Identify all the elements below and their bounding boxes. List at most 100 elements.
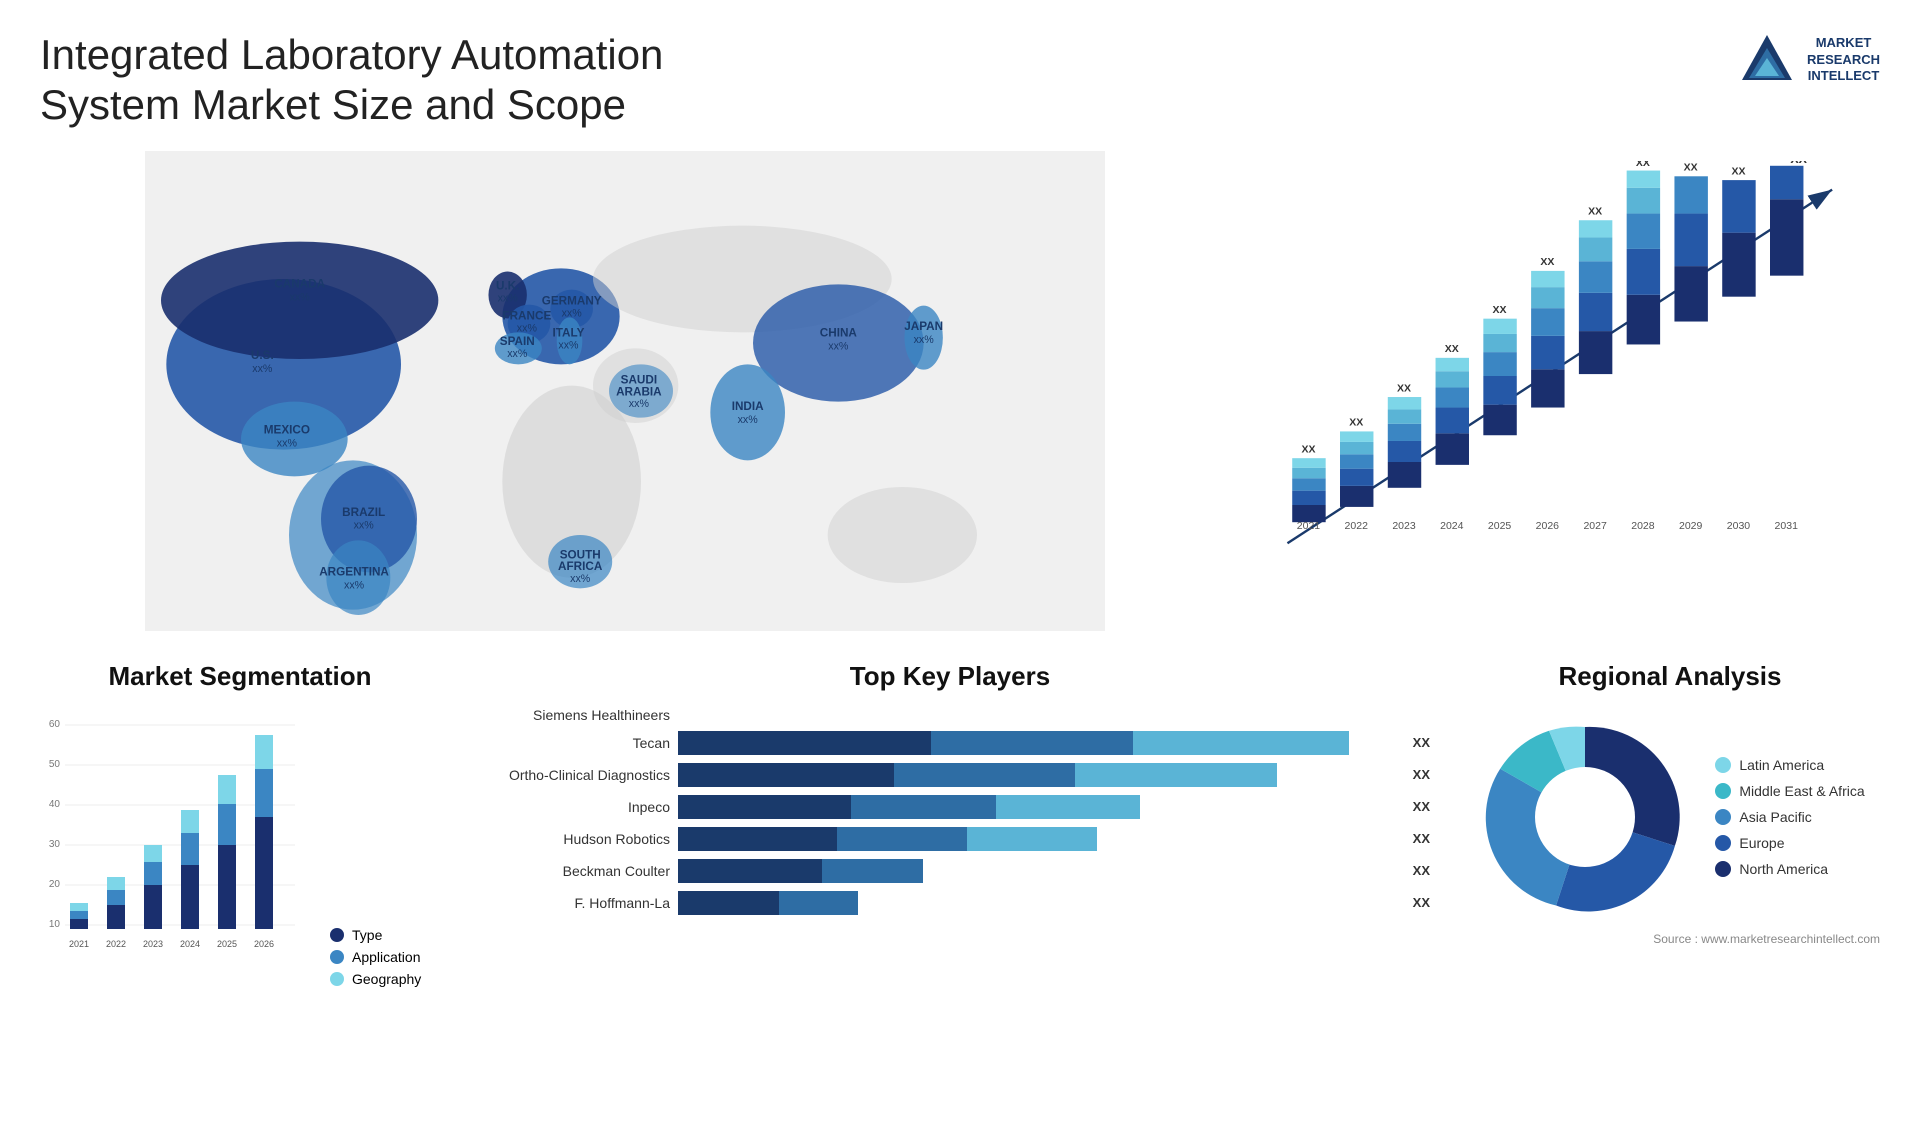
player-row-tecan: Tecan XX (470, 731, 1430, 755)
svg-text:2024: 2024 (1440, 520, 1464, 532)
europe-label: Europe (1739, 835, 1784, 851)
svg-text:30: 30 (49, 839, 61, 850)
regional-legend: Latin America Middle East & Africa Asia … (1715, 757, 1864, 877)
svg-text:xx%: xx% (277, 437, 298, 449)
svg-text:xx%: xx% (252, 363, 273, 375)
player-row-hoffmann: F. Hoffmann-La XX (470, 891, 1430, 915)
seg-type-label: Type (352, 927, 382, 943)
svg-text:2026: 2026 (254, 939, 274, 949)
svg-text:ITALY: ITALY (553, 326, 585, 339)
svg-text:10: 10 (49, 919, 61, 930)
beckman-value: XX (1413, 863, 1430, 878)
svg-text:U.K.: U.K. (496, 279, 519, 292)
bar-mid (931, 731, 1133, 755)
beckman-name: Beckman Coulter (470, 863, 670, 879)
svg-text:XX: XX (1445, 343, 1459, 355)
svg-text:2023: 2023 (143, 939, 163, 949)
svg-text:xx%: xx% (629, 398, 650, 410)
svg-text:xx%: xx% (498, 292, 519, 304)
svg-text:xx%: xx% (558, 339, 579, 351)
legend-north-america: North America (1715, 861, 1864, 877)
svg-text:2025: 2025 (1488, 520, 1512, 532)
mea-label: Middle East & Africa (1739, 783, 1864, 799)
inpeco-value: XX (1413, 799, 1430, 814)
type-dot (330, 928, 344, 942)
top-section: CANADA xx% U.S. xx% MEXICO xx% BRAZIL xx… (40, 151, 1880, 631)
svg-text:CHINA: CHINA (820, 326, 858, 339)
world-map: CANADA xx% U.S. xx% MEXICO xx% BRAZIL xx… (40, 151, 1210, 631)
seg-application-label: Application (352, 949, 421, 965)
regional-content: Latin America Middle East & Africa Asia … (1460, 707, 1880, 927)
svg-text:xx%: xx% (290, 291, 311, 303)
ortho-value: XX (1413, 767, 1430, 782)
svg-text:AFRICA: AFRICA (558, 560, 603, 573)
regional-container: Regional Analysis (1460, 661, 1880, 1081)
svg-text:XX: XX (1731, 165, 1745, 177)
svg-text:ARABIA: ARABIA (616, 385, 662, 398)
latin-america-label: Latin America (1739, 757, 1824, 773)
logo-icon (1737, 30, 1797, 90)
svg-text:2021: 2021 (1297, 520, 1321, 532)
svg-text:2025: 2025 (217, 939, 237, 949)
seg-geography-label: Geography (352, 971, 421, 987)
svg-text:XX: XX (1588, 205, 1602, 217)
player-row-hudson: Hudson Robotics XX (470, 827, 1430, 851)
header: Integrated Laboratory Automation System … (40, 30, 1880, 131)
key-players-container: Top Key Players Siemens Healthineers Tec… (460, 661, 1440, 1081)
page-container: Integrated Laboratory Automation System … (0, 0, 1920, 1146)
svg-text:xx%: xx% (344, 579, 365, 591)
bar-chart-container: 2021 XX 2022 XX 2023 XX (1230, 151, 1880, 631)
svg-text:XX: XX (1790, 161, 1807, 166)
north-america-label: North America (1739, 861, 1828, 877)
svg-text:60: 60 (49, 719, 61, 730)
svg-text:GERMANY: GERMANY (542, 294, 602, 307)
svg-text:XX: XX (1540, 256, 1554, 268)
svg-text:xx%: xx% (354, 519, 375, 531)
ortho-bar (678, 763, 1400, 787)
svg-text:2023: 2023 (1392, 520, 1416, 532)
hoffmann-value: XX (1413, 895, 1430, 910)
svg-text:2024: 2024 (180, 939, 200, 949)
svg-text:2029: 2029 (1679, 520, 1703, 532)
donut-chart (1475, 707, 1695, 927)
source-text: Source : www.marketresearchintellect.com (1460, 932, 1880, 946)
hoffmann-bar (678, 891, 1400, 915)
svg-text:xx%: xx% (507, 348, 528, 360)
svg-text:2022: 2022 (106, 939, 126, 949)
svg-text:CANADA: CANADA (274, 277, 325, 290)
players-list: Siemens Healthineers Tecan XX (460, 707, 1440, 915)
logo-area: MARKET RESEARCH INTELLECT (1737, 30, 1880, 90)
inpeco-bar (678, 795, 1400, 819)
svg-text:xx%: xx% (828, 340, 849, 352)
segmentation-title: Market Segmentation (40, 661, 440, 692)
tecan-name: Tecan (470, 735, 670, 751)
svg-text:ARGENTINA: ARGENTINA (319, 565, 389, 578)
seg-legend-type: Type (330, 927, 421, 943)
bar-chart: 2021 XX 2022 XX 2023 XX (1250, 161, 1860, 591)
regional-title: Regional Analysis (1460, 661, 1880, 692)
mea-color (1715, 783, 1731, 799)
seg-legend-geography: Geography (330, 971, 421, 987)
svg-text:FRANCE: FRANCE (502, 309, 551, 322)
legend-latin-america: Latin America (1715, 757, 1864, 773)
hudson-bar (678, 827, 1400, 851)
legend-mea: Middle East & Africa (1715, 783, 1864, 799)
seg-legend-application: Application (330, 949, 421, 965)
europe-color (1715, 835, 1731, 851)
hudson-value: XX (1413, 831, 1430, 846)
hoffmann-name: F. Hoffmann-La (470, 895, 670, 911)
inpeco-name: Inpeco (470, 799, 670, 815)
svg-text:50: 50 (49, 759, 61, 770)
svg-text:XX: XX (1397, 382, 1411, 394)
svg-text:2027: 2027 (1583, 520, 1607, 532)
svg-text:XX: XX (1493, 304, 1507, 316)
svg-text:2030: 2030 (1727, 520, 1751, 532)
svg-text:SPAIN: SPAIN (500, 335, 535, 348)
svg-text:xx%: xx% (562, 307, 583, 319)
segmentation-chart: 60 50 40 30 20 10 (40, 707, 300, 987)
tecan-value: XX (1413, 735, 1430, 750)
svg-text:2031: 2031 (1775, 520, 1799, 532)
player-row-beckman: Beckman Coulter XX (470, 859, 1430, 883)
svg-text:XX: XX (1349, 416, 1363, 428)
svg-text:xx%: xx% (517, 322, 538, 334)
